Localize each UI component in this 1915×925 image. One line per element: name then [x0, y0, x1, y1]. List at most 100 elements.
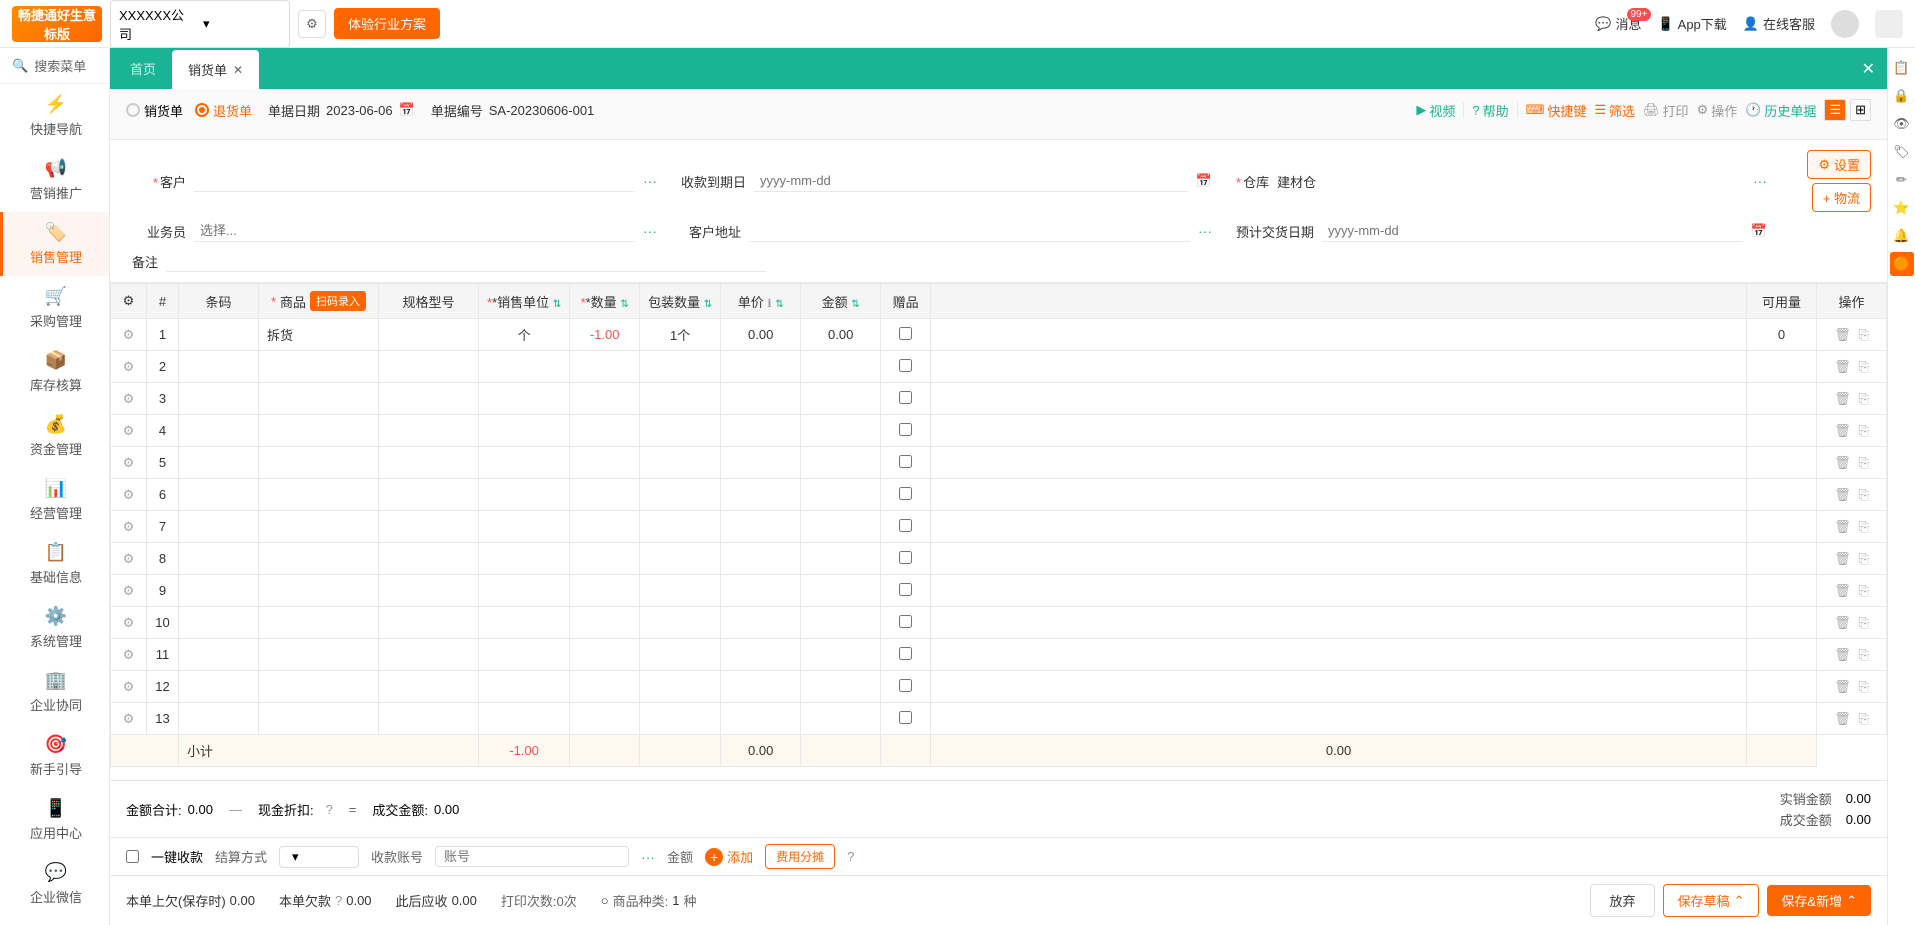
sidebar-item-base[interactable]: 📋 基础信息 [0, 532, 109, 596]
gift-checkbox[interactable] [899, 615, 912, 628]
settings-button[interactable]: ⚙ 设置 [1807, 150, 1871, 179]
save-new-button[interactable]: 保存&新增 ⌃ [1767, 885, 1871, 916]
row-copy-icon[interactable]: ⎘ [1858, 711, 1868, 726]
tab-close-icon[interactable]: ✕ [233, 63, 243, 77]
gift-checkbox[interactable] [899, 583, 912, 596]
due-date-calendar-icon[interactable]: 📅 [1196, 173, 1212, 189]
salesperson-input[interactable] [194, 220, 635, 242]
row-copy-icon[interactable]: ⎘ [1858, 359, 1868, 374]
row-delete-icon[interactable]: 🗑 [1834, 391, 1851, 406]
row-copy-icon[interactable]: ⎘ [1858, 615, 1868, 630]
row-gear-icon[interactable]: ⚙ [123, 519, 135, 534]
close-all-tabs-btn[interactable]: ✕ [1854, 55, 1883, 83]
sidebar-item-member[interactable]: 👑 畅会员 [0, 916, 109, 925]
save-draft-button[interactable]: 保存草稿 ⌃ [1663, 884, 1760, 917]
row-copy-icon[interactable]: ⎘ [1858, 583, 1868, 598]
sidebar-item-guide[interactable]: 🎯 新手引导 [0, 724, 109, 788]
row-delete-icon[interactable]: 🗑 [1834, 519, 1851, 534]
payment-help-icon[interactable]: ? [847, 849, 854, 864]
radio-return[interactable]: 退货单 [195, 101, 252, 120]
gift-checkbox[interactable] [899, 455, 912, 468]
row-copy-icon[interactable]: ⎘ [1858, 487, 1868, 502]
row-gear-icon[interactable]: ⚙ [123, 551, 135, 566]
rs-btn-2[interactable]: 🔒 [1890, 84, 1914, 108]
row-gear-icon[interactable]: ⚙ [123, 647, 135, 662]
customer-addr-input[interactable] [749, 220, 1190, 242]
rs-btn-orange[interactable]: 🟠 [1890, 252, 1914, 276]
delivery-date-calendar-icon[interactable]: 📅 [1751, 223, 1767, 239]
list-view-btn[interactable]: ☰ [1824, 99, 1846, 121]
row-copy-icon[interactable]: ⎘ [1858, 647, 1868, 662]
row-copy-icon[interactable]: ⎘ [1858, 327, 1868, 342]
gift-checkbox[interactable] [899, 391, 912, 404]
sidebar-item-inventory[interactable]: 📦 库存核算 [0, 340, 109, 404]
sidebar-item-system[interactable]: ⚙️ 系统管理 [0, 596, 109, 660]
row-gear-icon[interactable]: ⚙ [123, 423, 135, 438]
rs-btn-4[interactable]: 🏷 [1890, 140, 1914, 164]
gift-checkbox[interactable] [899, 487, 912, 500]
add-circle-icon[interactable]: + [705, 848, 723, 866]
gift-checkbox[interactable] [899, 679, 912, 692]
sidebar-item-marketing[interactable]: 📢 营销推广 [0, 148, 109, 212]
row-gear-icon[interactable]: ⚙ [123, 615, 135, 630]
due-date-input[interactable] [754, 170, 1188, 192]
sidebar-item-quicknav[interactable]: ⚡ 快捷导航 [0, 84, 109, 148]
row-gear-icon[interactable]: ⚙ [123, 487, 135, 502]
user-avatar[interactable] [1831, 10, 1859, 38]
rs-btn-7[interactable]: 🔔 [1890, 224, 1914, 248]
user-settings-btn[interactable] [1875, 10, 1903, 38]
discard-button[interactable]: 放弃 [1590, 884, 1654, 917]
row-gear-icon[interactable]: ⚙ [123, 455, 135, 470]
gift-checkbox[interactable] [899, 519, 912, 532]
settlement-dropdown[interactable]: ▾ [279, 846, 359, 868]
history-btn[interactable]: 🕐 历史单据 [1745, 101, 1816, 120]
gift-checkbox[interactable] [899, 711, 912, 724]
customer-input[interactable] [194, 170, 635, 192]
account-more-icon[interactable]: ··· [641, 849, 655, 865]
sidebar-item-finance[interactable]: 💰 资金管理 [0, 404, 109, 468]
row-delete-icon[interactable]: 🗑 [1834, 455, 1851, 470]
row-gear-icon[interactable]: ⚙ [123, 359, 135, 374]
delivery-date-input[interactable] [1322, 220, 1743, 242]
row-copy-icon[interactable]: ⎘ [1858, 679, 1868, 694]
row-delete-icon[interactable]: 🗑 [1834, 359, 1851, 374]
row-gear-icon[interactable]: ⚙ [123, 391, 135, 406]
sidebar-item-sales[interactable]: 🏷️ 销售管理 [0, 212, 109, 276]
customer-addr-more-icon[interactable]: ··· [1198, 223, 1212, 239]
remark-input[interactable] [166, 250, 766, 272]
one-click-payment-checkbox[interactable] [126, 850, 139, 863]
account-number-input[interactable] [435, 846, 629, 867]
row-delete-icon[interactable]: 🗑 [1834, 551, 1851, 566]
gift-checkbox[interactable] [899, 359, 912, 372]
row-delete-icon[interactable]: 🗑 [1834, 615, 1851, 630]
customer-more-icon[interactable]: ··· [643, 173, 657, 189]
notification-btn[interactable]: 💬 消息 99+ [1595, 14, 1641, 33]
salesperson-more-icon[interactable]: ··· [643, 223, 657, 239]
doc-date-calendar-icon[interactable]: 📅 [399, 102, 415, 118]
sidebar-item-enterprise[interactable]: 🏢 企业协同 [0, 660, 109, 724]
row-copy-icon[interactable]: ⎘ [1858, 391, 1868, 406]
rs-btn-1[interactable]: 📋 [1890, 56, 1914, 80]
th-gear[interactable]: ⚙ [111, 284, 147, 319]
this-order-total-owe-help-icon[interactable]: ? [335, 893, 342, 908]
warehouse-more-icon[interactable]: ··· [1753, 173, 1767, 189]
fee-split-button[interactable]: 费用分摊 [765, 844, 835, 869]
gift-checkbox[interactable] [899, 647, 912, 660]
online-support-btn[interactable]: 👤 在线客服 [1743, 14, 1815, 33]
grid-view-btn[interactable]: ⊞ [1850, 99, 1871, 121]
sidebar-item-purchase[interactable]: 🛒 采购管理 [0, 276, 109, 340]
row-gear-icon[interactable]: ⚙ [123, 583, 135, 598]
row-copy-icon[interactable]: ⎘ [1858, 423, 1868, 438]
print-btn[interactable]: 🖨 打印 [1643, 101, 1689, 120]
row-copy-icon[interactable]: ⎘ [1858, 519, 1868, 534]
radio-goods-type[interactable]: ○ [601, 893, 609, 908]
row-delete-icon[interactable]: 🗑 [1834, 583, 1851, 598]
row-gear-icon[interactable]: ⚙ [123, 679, 135, 694]
radio-sales[interactable]: 销货单 [126, 101, 183, 120]
sidebar-item-operations[interactable]: 📊 经营管理 [0, 468, 109, 532]
filter-btn[interactable]: ☰ 筛选 [1594, 101, 1635, 120]
row-gear-icon[interactable]: ⚙ [123, 327, 135, 342]
app-download-btn[interactable]: 📱 App下载 [1657, 14, 1726, 33]
row-delete-icon[interactable]: 🗑 [1834, 679, 1851, 694]
row-delete-icon[interactable]: 🗑 [1834, 647, 1851, 662]
